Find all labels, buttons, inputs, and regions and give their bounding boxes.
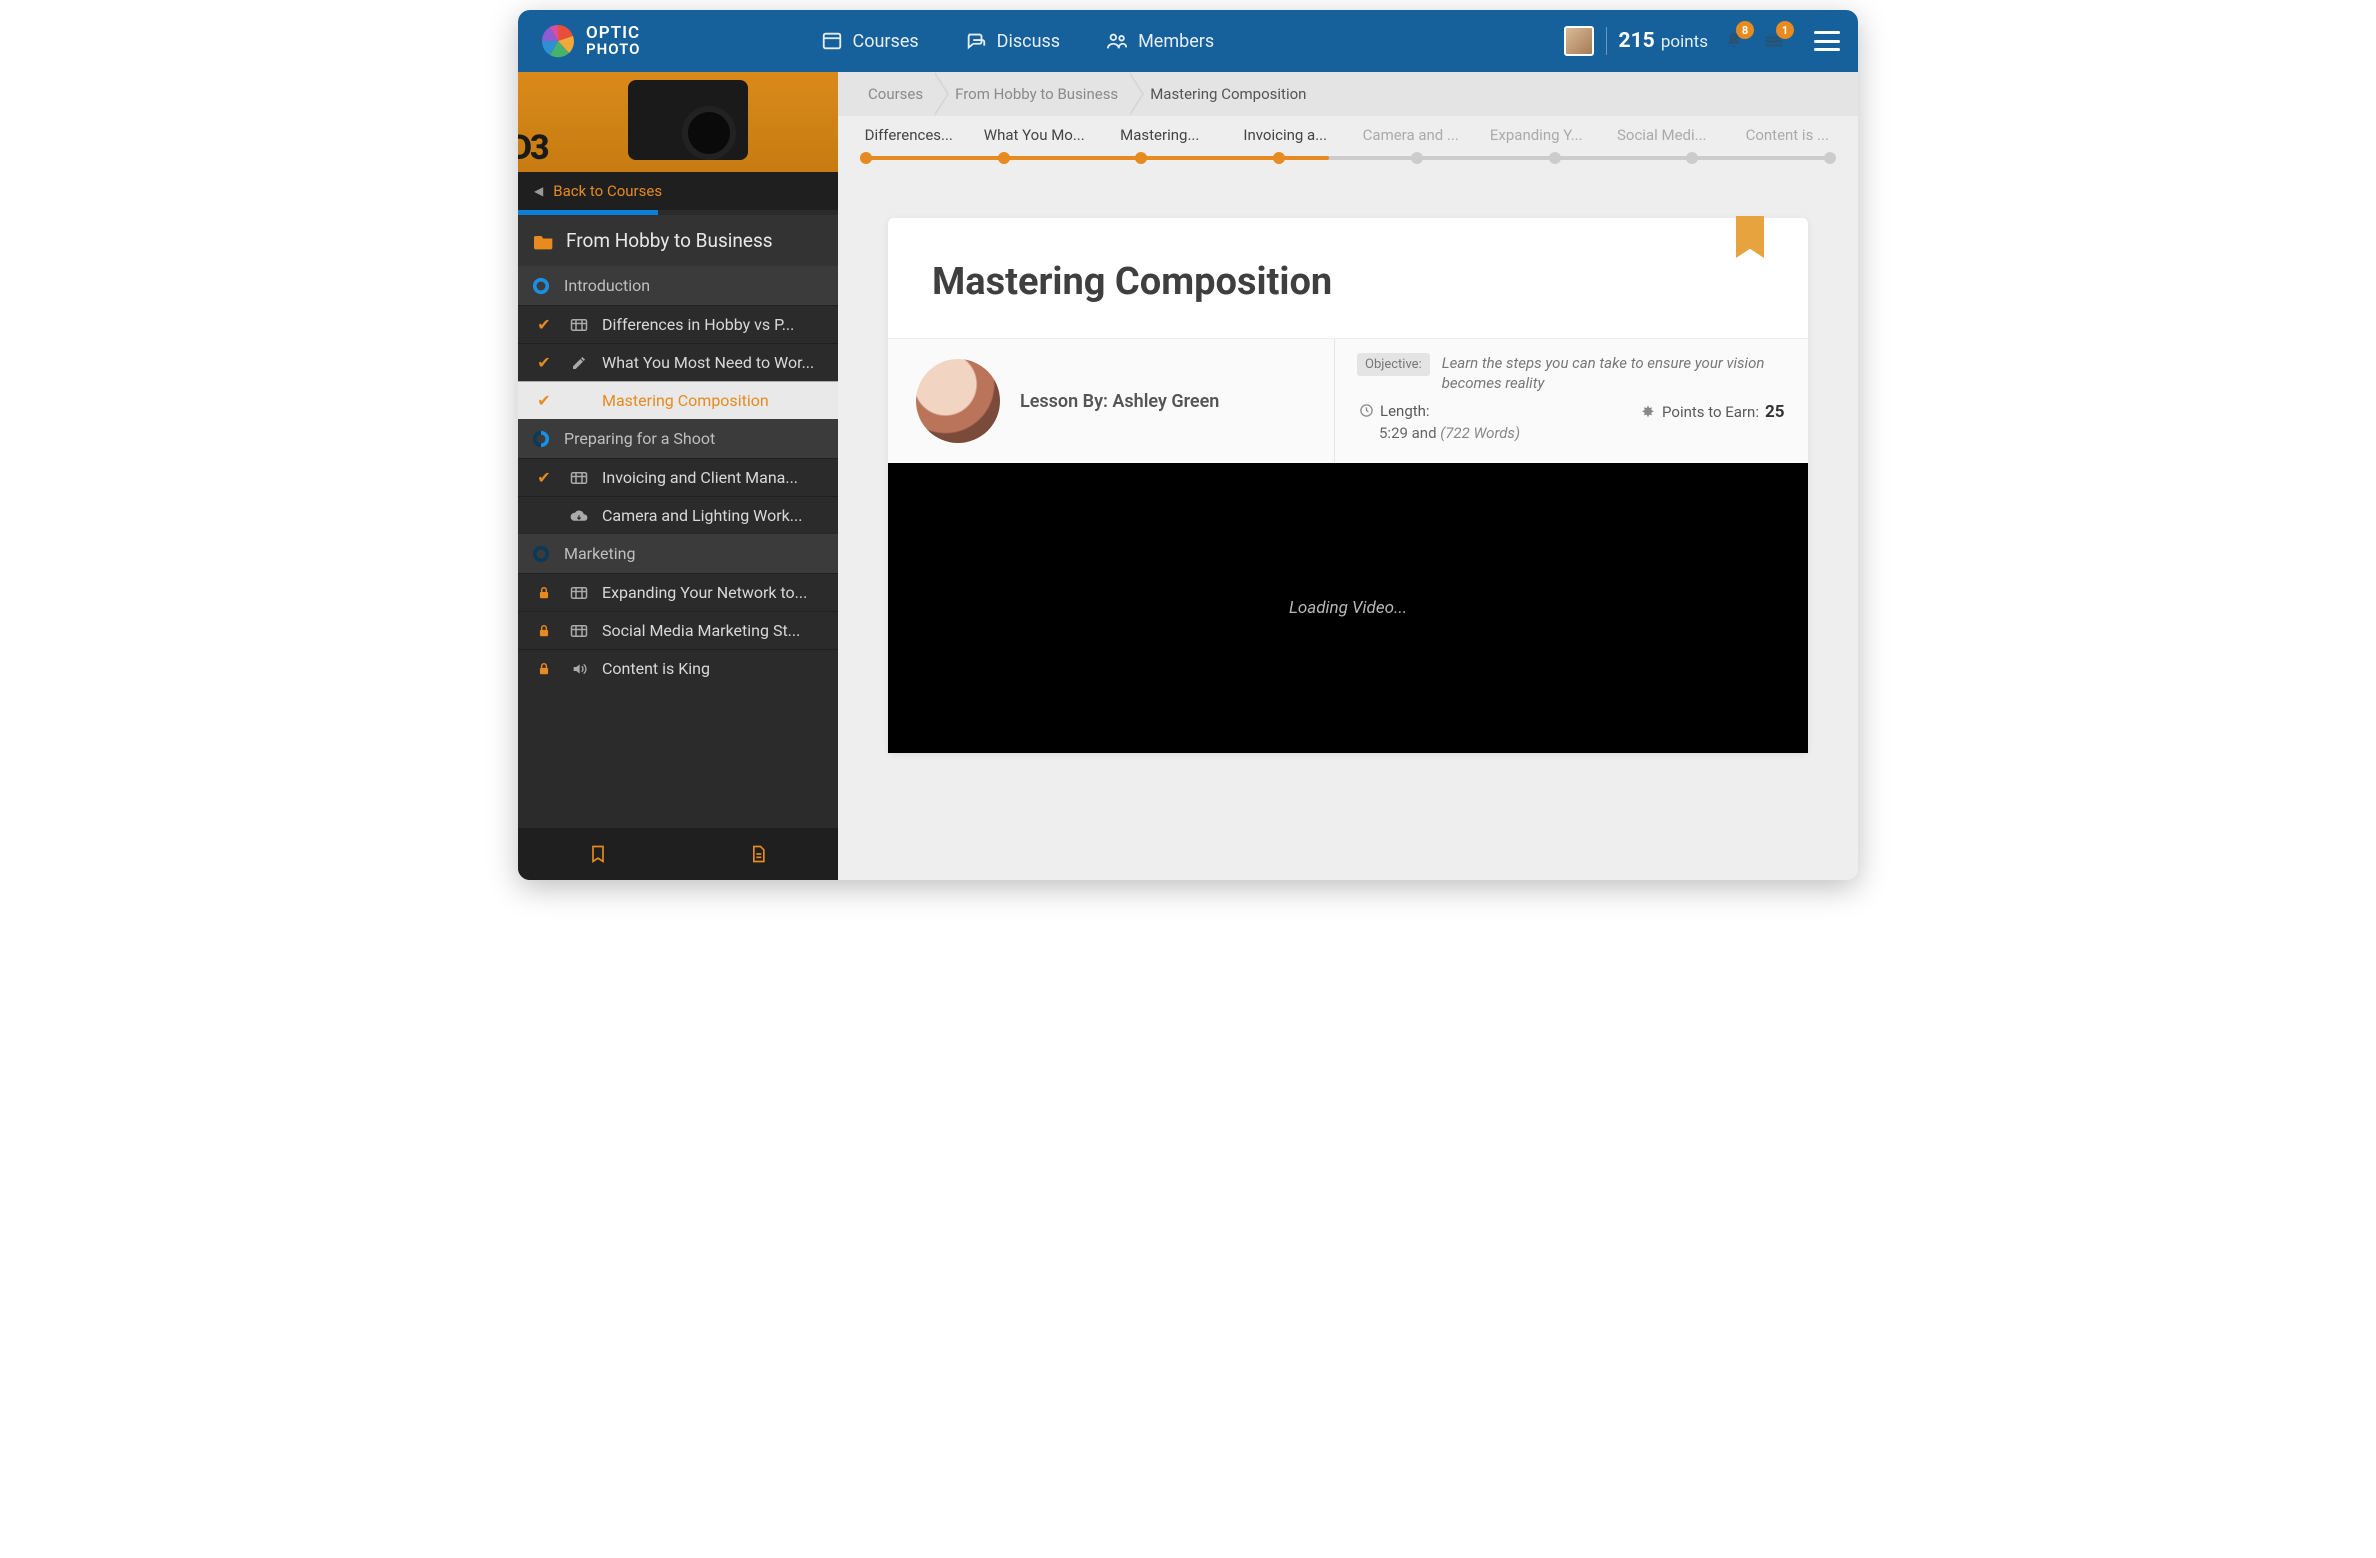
lesson-item[interactable]: Camera and Lighting Work... <box>518 496 838 534</box>
lesson-item[interactable]: ✔Differences in Hobby vs P... <box>518 305 838 343</box>
breadcrumb-item[interactable]: Courses <box>852 85 939 103</box>
progress-dot <box>1549 152 1561 164</box>
progress-step[interactable]: Content is ... <box>1725 126 1851 144</box>
objective-label: Objective: <box>1357 353 1430 376</box>
document-icon[interactable] <box>748 844 768 864</box>
progress-tracker: Differences...What You Mo...Mastering...… <box>838 116 1858 188</box>
starburst-icon <box>1640 404 1656 420</box>
bookmark-icon[interactable] <box>588 844 608 864</box>
lesson-card: Mastering Composition Lesson By: Ashley … <box>888 218 1808 753</box>
people-icon <box>1106 30 1128 52</box>
nav-discuss[interactable]: Discuss <box>965 30 1060 52</box>
menu-button[interactable] <box>1814 31 1840 51</box>
nav-courses[interactable]: Courses <box>821 30 919 52</box>
notifications-button[interactable]: 8 <box>1720 29 1748 53</box>
points-stat: Points to Earn: 25 <box>1640 402 1784 443</box>
lesson-byline: Lesson By: Ashley Green <box>1020 391 1219 412</box>
breadcrumb-item[interactable]: Mastering Composition <box>1134 85 1322 103</box>
lesson-title: Mastering Composition <box>932 260 1764 304</box>
logo[interactable]: OPTIC PHOTO <box>540 23 641 59</box>
messages-button[interactable]: 1 <box>1760 29 1788 53</box>
main: CoursesFrom Hobby to BusinessMastering C… <box>838 72 1858 880</box>
instructor-avatar <box>916 359 1000 443</box>
progress-dot <box>1135 152 1147 164</box>
progress-dot <box>860 152 872 164</box>
progress-step[interactable]: Camera and ... <box>1348 126 1474 144</box>
progress-dot <box>1411 152 1423 164</box>
course-hero: D3 <box>518 72 838 172</box>
progress-step[interactable]: Invoicing a... <box>1223 126 1349 144</box>
lesson-item[interactable]: Social Media Marketing St... <box>518 611 838 649</box>
progress-step[interactable]: Differences... <box>846 126 972 144</box>
progress-step[interactable]: Social Medi... <box>1599 126 1725 144</box>
section-header[interactable]: Preparing for a Shoot <box>518 419 838 458</box>
messages-badge: 1 <box>1776 21 1794 39</box>
progress-dot <box>1273 152 1285 164</box>
video-player[interactable]: Loading Video... <box>888 463 1808 753</box>
lesson-item[interactable]: ✔Mastering Composition <box>518 381 838 419</box>
avatar[interactable] <box>1564 26 1594 56</box>
sidebar: D3 ◀ Back to Courses From Hobby to Busin… <box>518 72 838 880</box>
progress-dot <box>1686 152 1698 164</box>
logo-text: OPTIC PHOTO <box>586 25 641 57</box>
breadcrumb-item[interactable]: From Hobby to Business <box>939 85 1134 103</box>
chevron-left-icon: ◀ <box>534 184 543 198</box>
progress-step[interactable]: Mastering... <box>1097 126 1223 144</box>
book-icon <box>821 30 843 52</box>
points-display: 215 points <box>1619 29 1708 53</box>
back-to-courses[interactable]: ◀ Back to Courses <box>518 172 838 210</box>
objective-text: Learn the steps you can take to ensure y… <box>1442 353 1786 394</box>
nav-members[interactable]: Members <box>1106 30 1214 52</box>
lesson-item[interactable]: ✔Invoicing and Client Mana... <box>518 458 838 496</box>
chat-icon <box>965 30 987 52</box>
notification-badge: 8 <box>1736 21 1754 39</box>
lesson-item[interactable]: Content is King <box>518 649 838 687</box>
section-header[interactable]: Introduction <box>518 266 838 305</box>
progress-dot <box>998 152 1010 164</box>
progress-step[interactable]: Expanding Y... <box>1474 126 1600 144</box>
section-header[interactable]: Marketing <box>518 534 838 573</box>
lesson-item[interactable]: Expanding Your Network to... <box>518 573 838 611</box>
folder-icon <box>534 232 554 250</box>
progress-dot <box>1824 152 1836 164</box>
course-title: From Hobby to Business <box>518 215 838 266</box>
breadcrumb: CoursesFrom Hobby to BusinessMastering C… <box>838 72 1858 116</box>
topbar: OPTIC PHOTO Courses Discuss Members 215 … <box>518 10 1858 72</box>
clock-icon <box>1359 403 1374 418</box>
sidebar-footer <box>518 828 838 880</box>
length-stat: Length: 5:29 and (722 Words) <box>1359 402 1520 443</box>
lesson-item[interactable]: ✔What You Most Need to Wor... <box>518 343 838 381</box>
progress-step[interactable]: What You Mo... <box>972 126 1098 144</box>
aperture-icon <box>540 23 576 59</box>
